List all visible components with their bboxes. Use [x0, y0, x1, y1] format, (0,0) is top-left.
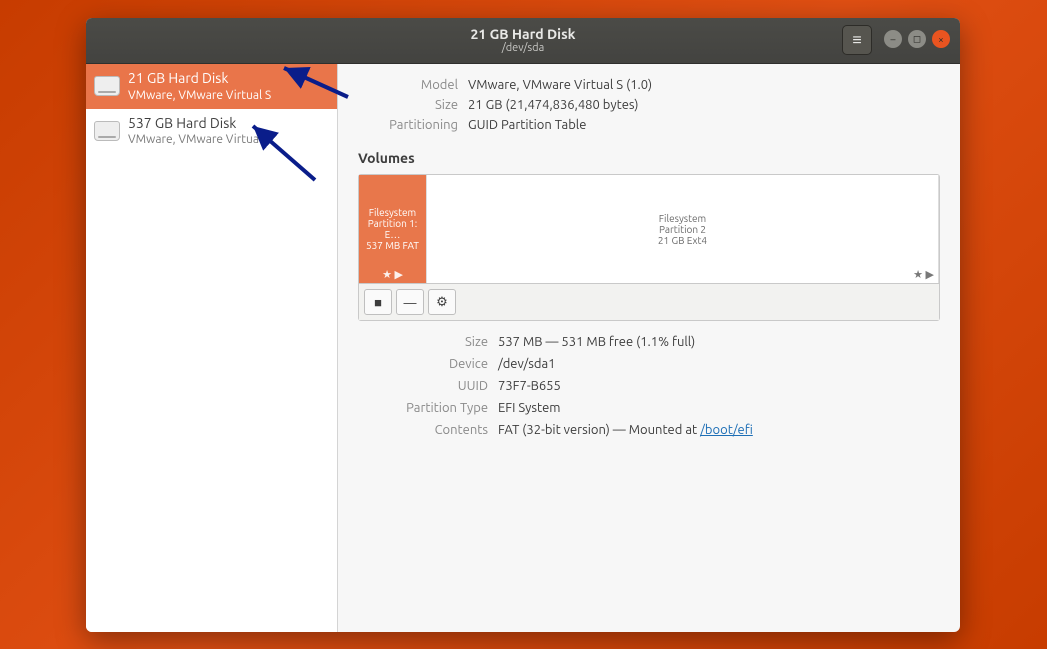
partition-1[interactable]: Filesystem Partition 1: E… 537 MB FAT ★ … [359, 175, 427, 283]
volume-toolbar: ■ — ⚙ [359, 283, 939, 320]
model-value: VMware, VMware Virtual S (1.0) [468, 78, 940, 92]
sidebar: 21 GB Hard Disk VMware, VMware Virtual S… [86, 64, 338, 632]
sidebar-disk-1[interactable]: 537 GB Hard Disk VMware, VMware Virtual … [86, 109, 337, 154]
device-value: /dev/sda1 [498, 357, 940, 371]
hard-disk-icon [94, 76, 120, 96]
size-label: Size [358, 98, 458, 112]
ptype-value: EFI System [498, 401, 940, 415]
disk-sub: VMware, VMware Virtual S [128, 88, 271, 103]
partition-2[interactable]: Filesystem Partition 2 21 GB Ext4 ★ ▶ [427, 175, 939, 283]
main-panel: Model VMware, VMware Virtual S (1.0) Siz… [338, 64, 960, 632]
window-title: 21 GB Hard Disk [470, 27, 575, 41]
gear-button[interactable]: ⚙ [428, 289, 456, 315]
window-subtitle: /dev/sda [502, 41, 544, 55]
partition-details: Size 537 MB — 531 MB free (1.1% full) De… [358, 335, 940, 437]
uuid-value: 73F7-B655 [498, 379, 940, 393]
partitioning-value: GUID Partition Table [468, 118, 940, 132]
delete-partition-button[interactable]: — [396, 289, 424, 315]
volumes-box: Filesystem Partition 1: E… 537 MB FAT ★ … [358, 174, 940, 321]
psize-value: 537 MB — 531 MB free (1.1% full) [498, 335, 940, 349]
disk-info: Model VMware, VMware Virtual S (1.0) Siz… [358, 78, 940, 132]
disks-window: 21 GB Hard Disk /dev/sda ≡ – ◻ × 21 GB H… [86, 18, 960, 632]
hamburger-menu-button[interactable]: ≡ [842, 25, 872, 55]
model-label: Model [358, 78, 458, 92]
uuid-label: UUID [358, 379, 488, 393]
star-arrow-icon[interactable]: ★ ▶ [913, 268, 934, 281]
psize-label: Size [358, 335, 488, 349]
titlebar: 21 GB Hard Disk /dev/sda ≡ – ◻ × [86, 18, 960, 64]
disk-name: 21 GB Hard Disk [128, 70, 271, 88]
window-body: 21 GB Hard Disk VMware, VMware Virtual S… [86, 64, 960, 632]
star-arrow-icon[interactable]: ★ ▶ [359, 268, 426, 281]
maximize-button[interactable]: ◻ [908, 30, 926, 48]
disk-name: 537 GB Hard Disk [128, 115, 271, 133]
ptype-label: Partition Type [358, 401, 488, 415]
disk-sub: VMware, VMware Virtual S [128, 132, 271, 147]
device-label: Device [358, 357, 488, 371]
window-controls: – ◻ × [884, 30, 950, 48]
size-value: 21 GB (21,474,836,480 bytes) [468, 98, 940, 112]
hard-disk-icon [94, 121, 120, 141]
volumes-heading: Volumes [358, 150, 940, 166]
mount-link[interactable]: /boot/efi [700, 423, 753, 437]
partitioning-label: Partitioning [358, 118, 458, 132]
contents-value: FAT (32-bit version) — Mounted at /boot/… [498, 423, 940, 437]
contents-label: Contents [358, 423, 488, 437]
sidebar-disk-0[interactable]: 21 GB Hard Disk VMware, VMware Virtual S [86, 64, 337, 109]
minimize-button[interactable]: – [884, 30, 902, 48]
close-button[interactable]: × [932, 30, 950, 48]
stop-button[interactable]: ■ [364, 289, 392, 315]
volumes-bar: Filesystem Partition 1: E… 537 MB FAT ★ … [359, 175, 939, 283]
